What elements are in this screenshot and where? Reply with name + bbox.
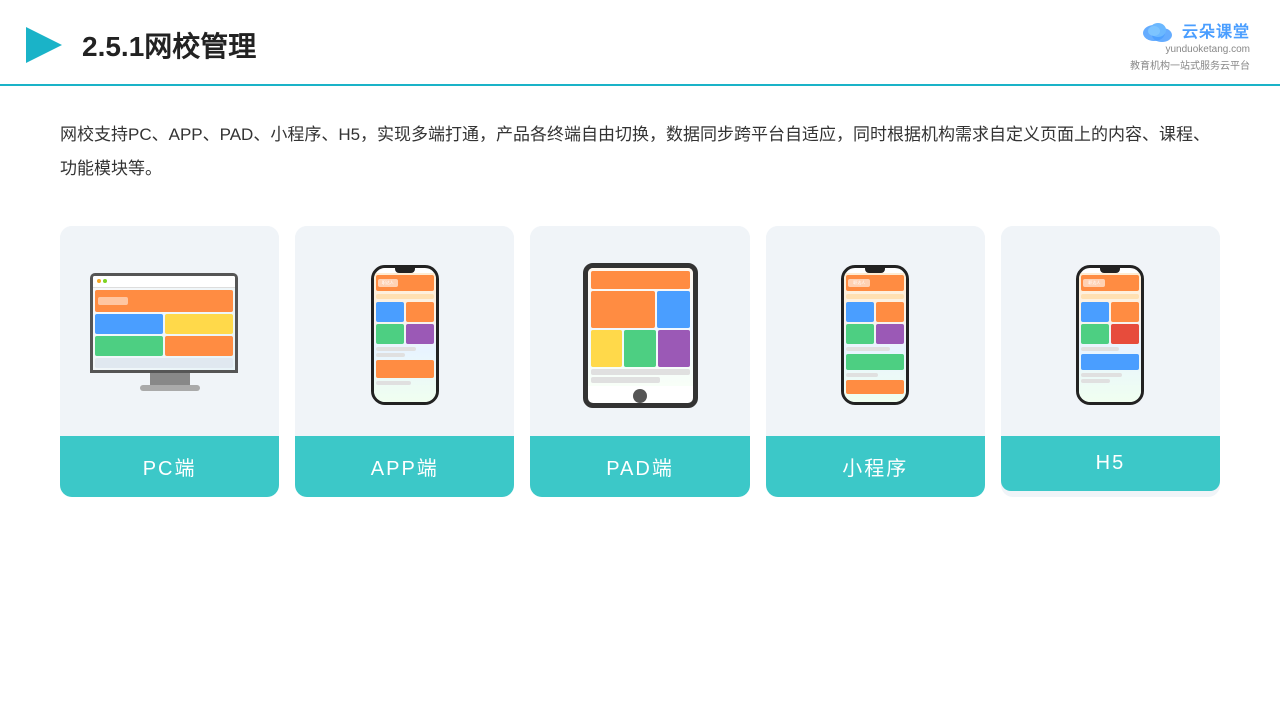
card-pc-image: [60, 226, 279, 436]
card-app-image: 职达人: [295, 226, 514, 436]
card-pc: PC端: [60, 226, 279, 497]
logo-play-icon: [20, 21, 68, 69]
cloud-icon: [1140, 18, 1176, 42]
card-pad-label: PAD端: [530, 436, 749, 497]
card-h5-label: H5: [1001, 436, 1220, 491]
page-title: 2.5.1网校管理: [82, 25, 256, 65]
card-pad-image: [530, 226, 749, 436]
card-miniprogram-image: 职达人: [766, 226, 985, 436]
pad-icon: [583, 263, 698, 408]
card-miniprogram: 职达人 小程序: [766, 226, 985, 497]
card-app-label: APP端: [295, 436, 514, 497]
card-pad: PAD端: [530, 226, 749, 497]
header: 2.5.1网校管理 云朵课堂 yunduoketang.com 教育机构一站式服…: [0, 0, 1280, 86]
brand-name-text: 云朵课堂: [1182, 18, 1250, 42]
card-miniprogram-label: 小程序: [766, 436, 985, 497]
card-h5: 职达人 H5: [1001, 226, 1220, 497]
description-text: 网校支持PC、APP、PAD、小程序、H5，实现多端打通，产品各终端自由切换，数…: [0, 86, 1280, 206]
pc-monitor-icon: [90, 273, 250, 398]
phone-miniprogram-icon: 职达人: [841, 265, 909, 405]
brand-url: yunduoketang.com: [1165, 44, 1250, 55]
header-left: 2.5.1网校管理: [20, 21, 256, 69]
phone-h5-icon: 职达人: [1076, 265, 1144, 405]
card-pc-label: PC端: [60, 436, 279, 497]
brand-logo: 云朵课堂 yunduoketang.com 教育机构一站式服务云平台: [1130, 18, 1250, 72]
cards-container: PC端 职达人: [0, 206, 1280, 527]
brand-tagline: 教育机构一站式服务云平台: [1130, 57, 1250, 72]
card-h5-image: 职达人: [1001, 226, 1220, 436]
phone-app-icon: 职达人: [371, 265, 439, 405]
card-app: 职达人 APP端: [295, 226, 514, 497]
